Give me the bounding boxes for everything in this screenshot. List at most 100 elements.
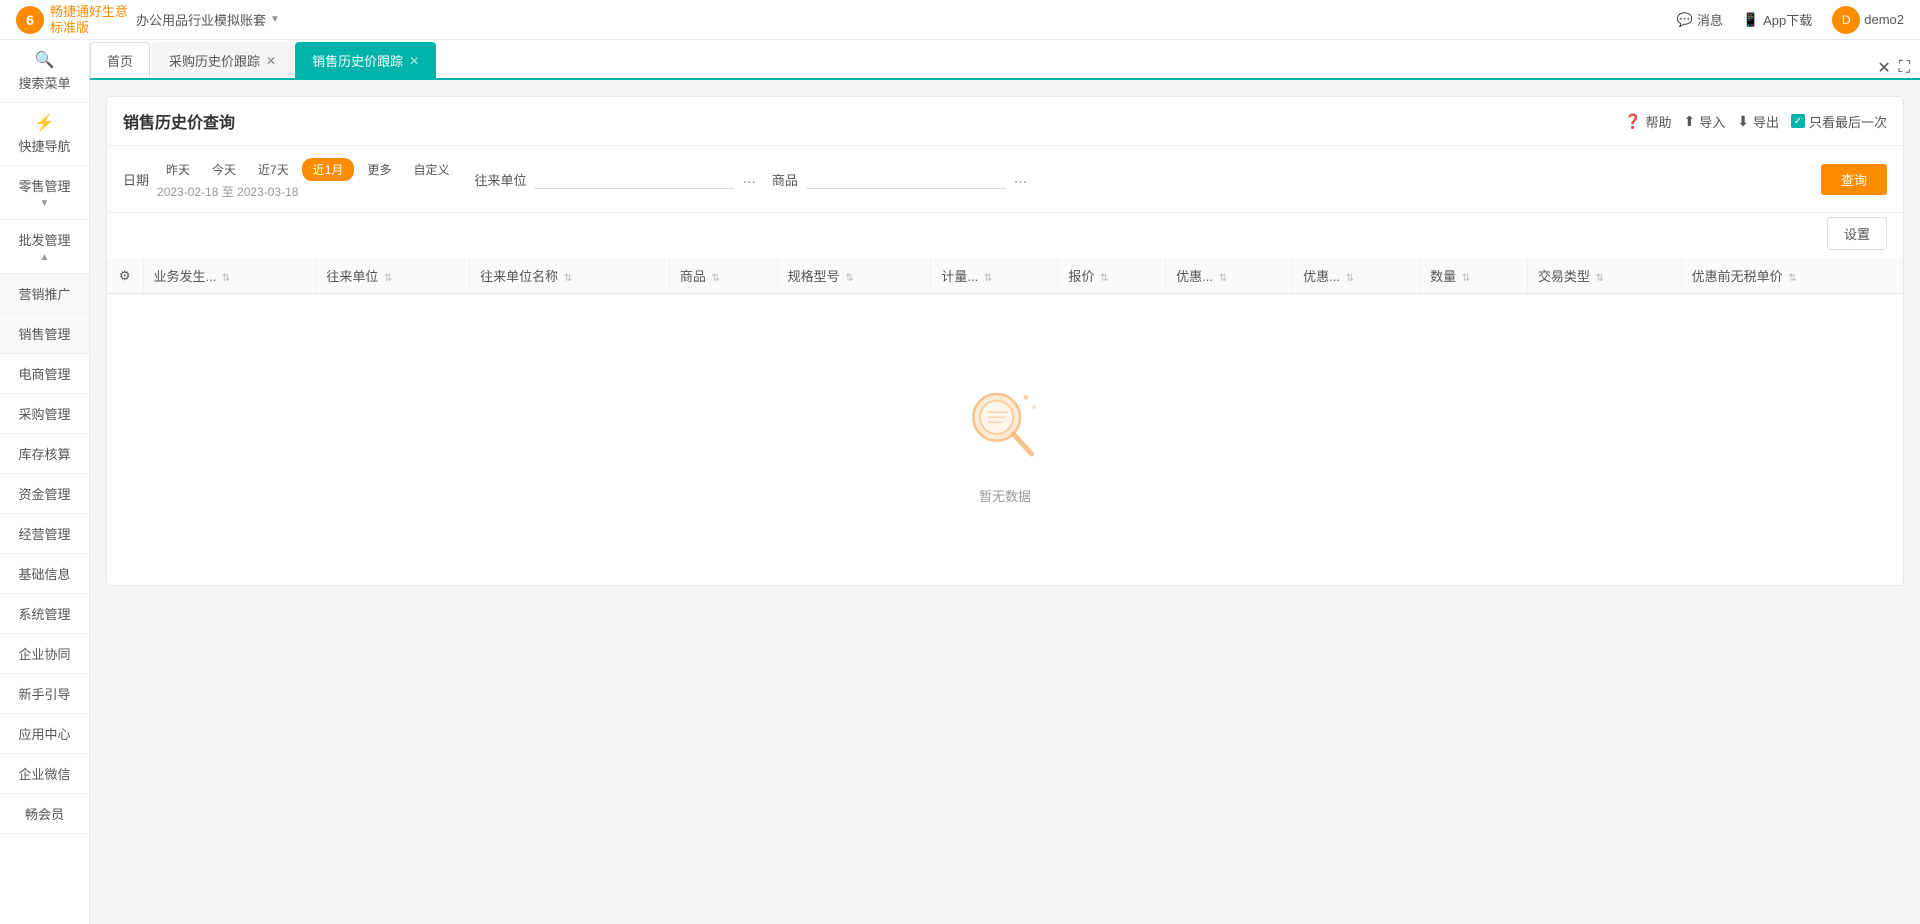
sidebar-item-basic[interactable]: 基础信息 xyxy=(0,554,89,594)
sidebar-item-wxwork[interactable]: 企业微信 xyxy=(0,754,89,794)
sort-unit-icon: ⇅ xyxy=(984,273,992,284)
sidebar-item-marketing[interactable]: 营销推广 xyxy=(0,274,89,314)
logo-icon: 6 xyxy=(16,6,44,34)
sidebar-item-member[interactable]: 畅会员 xyxy=(0,794,89,834)
partner-label: 往来单位 xyxy=(474,170,526,189)
sort-spec-icon: ⇅ xyxy=(845,273,853,284)
col-biz-date[interactable]: 业务发生... ⇅ xyxy=(143,258,316,294)
tab-purchase-history-close-icon[interactable]: ✕ xyxy=(266,54,276,68)
user-avatar: D xyxy=(1832,6,1860,34)
col-discount2[interactable]: 优惠... ⇅ xyxy=(1293,258,1420,294)
product-filter-group: 商品 ... xyxy=(772,169,1027,189)
filter-right-actions: 查询 xyxy=(1821,164,1887,195)
user-area[interactable]: D demo2 xyxy=(1832,6,1904,34)
main-card: 销售历史价查询 ❓ 帮助 ⬆ 导入 ⬇ 导出 xyxy=(106,96,1904,586)
sidebar-item-ecommerce[interactable]: 电商管理 xyxy=(0,354,89,394)
sidebar-item-retail[interactable]: 零售管理 ▼ xyxy=(0,166,89,220)
col-product[interactable]: 商品 ⇅ xyxy=(669,258,777,294)
tab-purchase-history[interactable]: 采购历史价跟踪 ✕ xyxy=(152,42,293,78)
col-discount1[interactable]: 优惠... ⇅ xyxy=(1166,258,1293,294)
sidebar-item-system[interactable]: 系统管理 xyxy=(0,594,89,634)
tabbar-expand-icon[interactable]: ⛶ xyxy=(1899,59,1910,77)
page-content: 销售历史价查询 ❓ 帮助 ⬆ 导入 ⬇ 导出 xyxy=(90,80,1920,924)
partner-input[interactable] xyxy=(534,169,734,189)
col-spec[interactable]: 规格型号 ⇅ xyxy=(777,258,931,294)
logo-text: 畅捷通好生意 标准版 xyxy=(50,4,128,35)
partner-dots-icon[interactable]: ... xyxy=(742,170,755,188)
date-btn-more[interactable]: 更多 xyxy=(358,158,400,181)
import-icon: ⬆ xyxy=(1683,113,1695,130)
sort-discount2-icon: ⇅ xyxy=(1346,273,1354,284)
col-partner-name[interactable]: 往来单位名称 ⇅ xyxy=(470,258,670,294)
tab-sales-history[interactable]: 销售历史价跟踪 ✕ xyxy=(295,42,436,78)
empty-illustration-icon xyxy=(955,374,1055,474)
table-wrapper: ⚙ 业务发生... ⇅ 往来单位 ⇅ xyxy=(107,258,1903,294)
product-label: 商品 xyxy=(772,170,798,189)
app-download-icon: 📱 xyxy=(1743,12,1759,28)
import-action[interactable]: ⬆ 导入 xyxy=(1683,112,1725,131)
topbar-left: 6 畅捷通好生意 标准版 办公用品行业模拟账套 ▼ xyxy=(16,4,280,35)
date-btn-last7days[interactable]: 近7天 xyxy=(249,158,298,181)
sidebar-item-wholesale[interactable]: 批发管理 ▲ xyxy=(0,220,89,274)
sidebar-item-inventory[interactable]: 库存核算 xyxy=(0,434,89,474)
sort-biz-date-icon: ⇅ xyxy=(222,273,230,284)
sidebar-item-purchase[interactable]: 采购管理 xyxy=(0,394,89,434)
app-download-action[interactable]: 📱 App下载 xyxy=(1743,10,1812,29)
tabbar-right: ✕ ⛶ xyxy=(1867,58,1920,78)
topbar: 6 畅捷通好生意 标准版 办公用品行业模拟账套 ▼ 💬 消息 📱 App下载 D… xyxy=(0,0,1920,40)
date-label: 日期 xyxy=(123,170,149,189)
sidebar-item-operations[interactable]: 经营管理 xyxy=(0,514,89,554)
col-partner-code[interactable]: 往来单位 ⇅ xyxy=(316,258,470,294)
app-selector-arrow-icon: ▼ xyxy=(270,14,280,25)
content-area: 首页 采购历史价跟踪 ✕ 销售历史价跟踪 ✕ ✕ ⛶ 销售历史价查询 xyxy=(90,40,1920,924)
sidebar-item-quicknav[interactable]: ⚡ 快捷导航 xyxy=(0,103,89,166)
sort-quote-icon: ⇅ xyxy=(1100,273,1108,284)
date-btn-yesterday[interactable]: 昨天 xyxy=(157,158,199,181)
quicknav-icon: ⚡ xyxy=(35,113,55,133)
product-input[interactable] xyxy=(806,169,1006,189)
sort-product-icon: ⇅ xyxy=(711,273,719,284)
tabbar: 首页 采购历史价跟踪 ✕ 销售历史价跟踪 ✕ ✕ ⛶ xyxy=(90,40,1920,80)
col-pre-tax[interactable]: 优惠前无税单价 ⇅ xyxy=(1681,258,1903,294)
sort-pre-tax-icon: ⇅ xyxy=(1788,273,1796,284)
tab-home[interactable]: 首页 xyxy=(90,42,150,78)
help-action[interactable]: ❓ 帮助 xyxy=(1624,112,1671,131)
sidebar-item-enterprise[interactable]: 企业协同 xyxy=(0,634,89,674)
sidebar-item-search[interactable]: 🔍 搜索菜单 xyxy=(0,40,89,103)
show-last-checkbox[interactable]: ✓ xyxy=(1791,114,1805,128)
date-btn-last1month[interactable]: 近1月 xyxy=(302,158,355,181)
partner-filter-group: 往来单位 ... xyxy=(474,169,755,189)
sidebar-item-finance[interactable]: 资金管理 xyxy=(0,474,89,514)
settings-button[interactable]: 设置 xyxy=(1827,217,1887,250)
sort-discount1-icon: ⇅ xyxy=(1219,273,1227,284)
tabbar-close-icon[interactable]: ✕ xyxy=(1877,58,1890,78)
wholesale-arrow-icon: ▲ xyxy=(40,252,50,263)
table-settings-icon[interactable]: ⚙ xyxy=(119,268,131,283)
date-btn-custom[interactable]: 自定义 xyxy=(404,158,458,181)
date-range-display: 2023-02-18 至 2023-03-18 xyxy=(157,183,458,200)
message-action[interactable]: 💬 消息 xyxy=(1677,10,1723,29)
filter-area: 日期 昨天 今天 近7天 近1月 更多 自定义 2023-02-18 至 202… xyxy=(107,146,1903,213)
export-icon: ⬇ xyxy=(1737,113,1749,130)
sort-quantity-icon: ⇅ xyxy=(1462,273,1470,284)
sidebar-item-appstore[interactable]: 应用中心 xyxy=(0,714,89,754)
col-unit[interactable]: 计量... ⇅ xyxy=(931,258,1058,294)
product-dots-icon[interactable]: ... xyxy=(1014,170,1027,188)
date-btn-today[interactable]: 今天 xyxy=(203,158,245,181)
empty-state-text: 暂无数据 xyxy=(979,486,1031,505)
col-quantity[interactable]: 数量 ⇅ xyxy=(1420,258,1528,294)
sidebar-item-sales[interactable]: 销售管理 xyxy=(0,314,89,354)
app-selector[interactable]: 办公用品行业模拟账套 ▼ xyxy=(136,10,280,29)
col-trade-type[interactable]: 交易类型 ⇅ xyxy=(1527,258,1681,294)
retail-arrow-icon: ▼ xyxy=(40,198,50,209)
page-header: 销售历史价查询 ❓ 帮助 ⬆ 导入 ⬇ 导出 xyxy=(107,97,1903,146)
topbar-right: 💬 消息 📱 App下载 D demo2 xyxy=(1677,6,1904,34)
tab-sales-history-close-icon[interactable]: ✕ xyxy=(409,54,419,68)
query-button[interactable]: 查询 xyxy=(1821,164,1887,195)
sidebar-item-newbie[interactable]: 新手引导 xyxy=(0,674,89,714)
export-action[interactable]: ⬇ 导出 xyxy=(1737,112,1779,131)
col-quote[interactable]: 报价 ⇅ xyxy=(1058,258,1166,294)
show-last-checkbox-label[interactable]: ✓ 只看最后一次 xyxy=(1791,112,1887,131)
col-settings[interactable]: ⚙ xyxy=(107,258,143,294)
date-filter-group: 日期 昨天 今天 近7天 近1月 更多 自定义 2023-02-18 至 202… xyxy=(123,158,458,200)
